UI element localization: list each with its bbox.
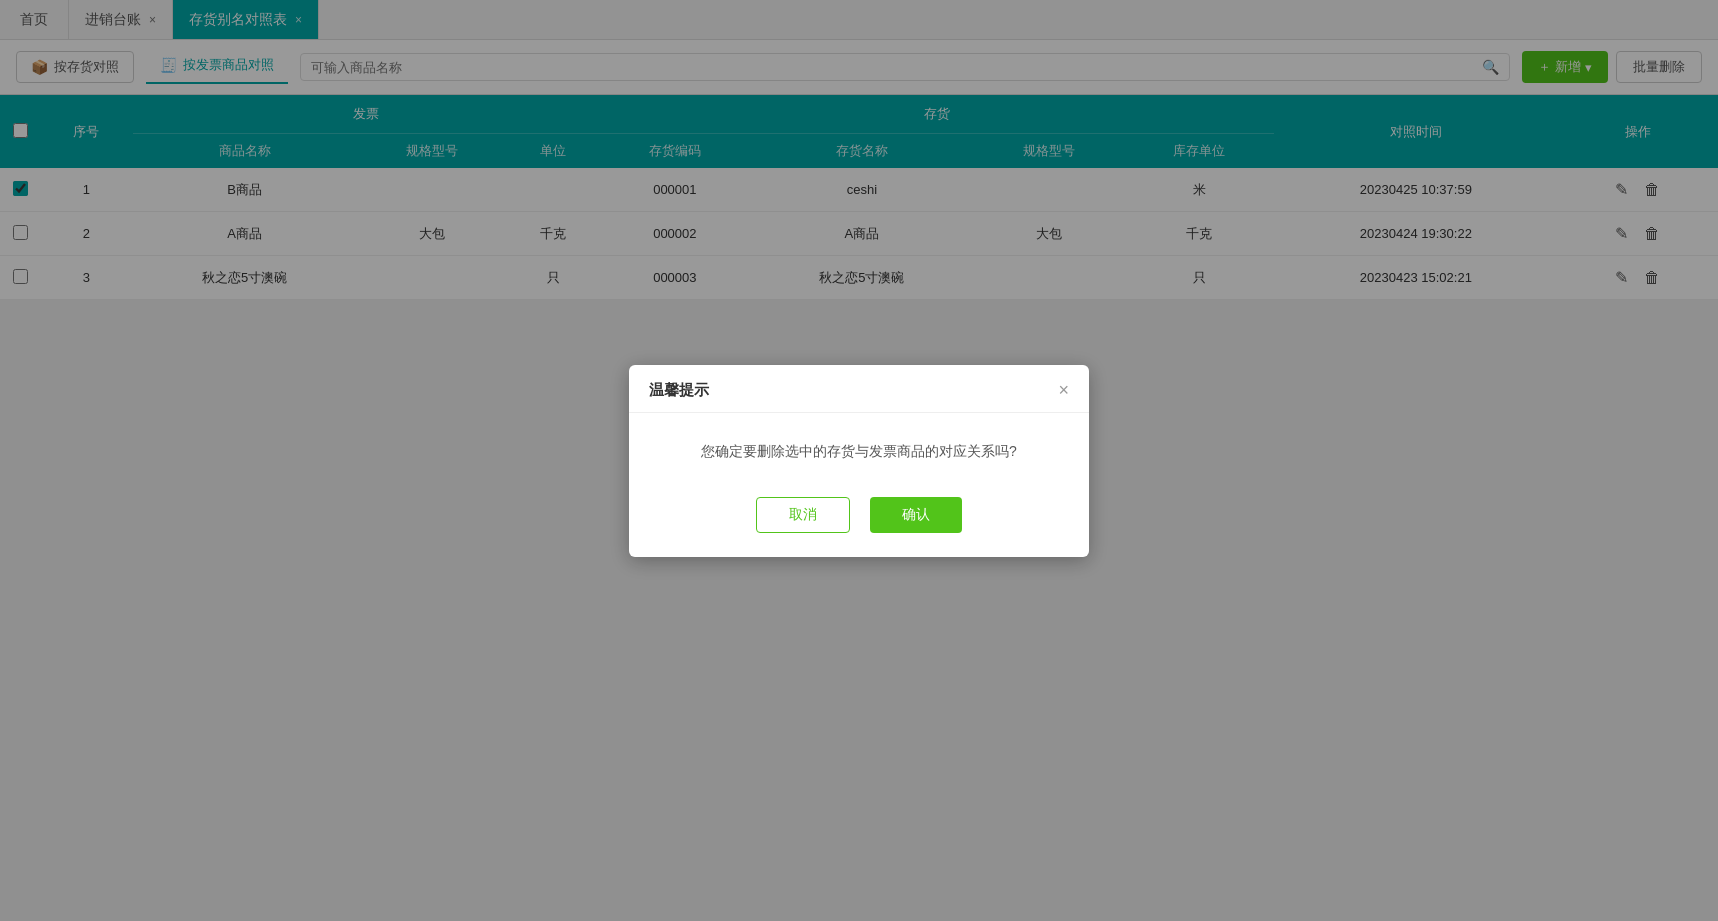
modal-overlay: 温馨提示 × 您确定要删除选中的存货与发票商品的对应关系吗? 取消 确认 [0,0,1718,300]
